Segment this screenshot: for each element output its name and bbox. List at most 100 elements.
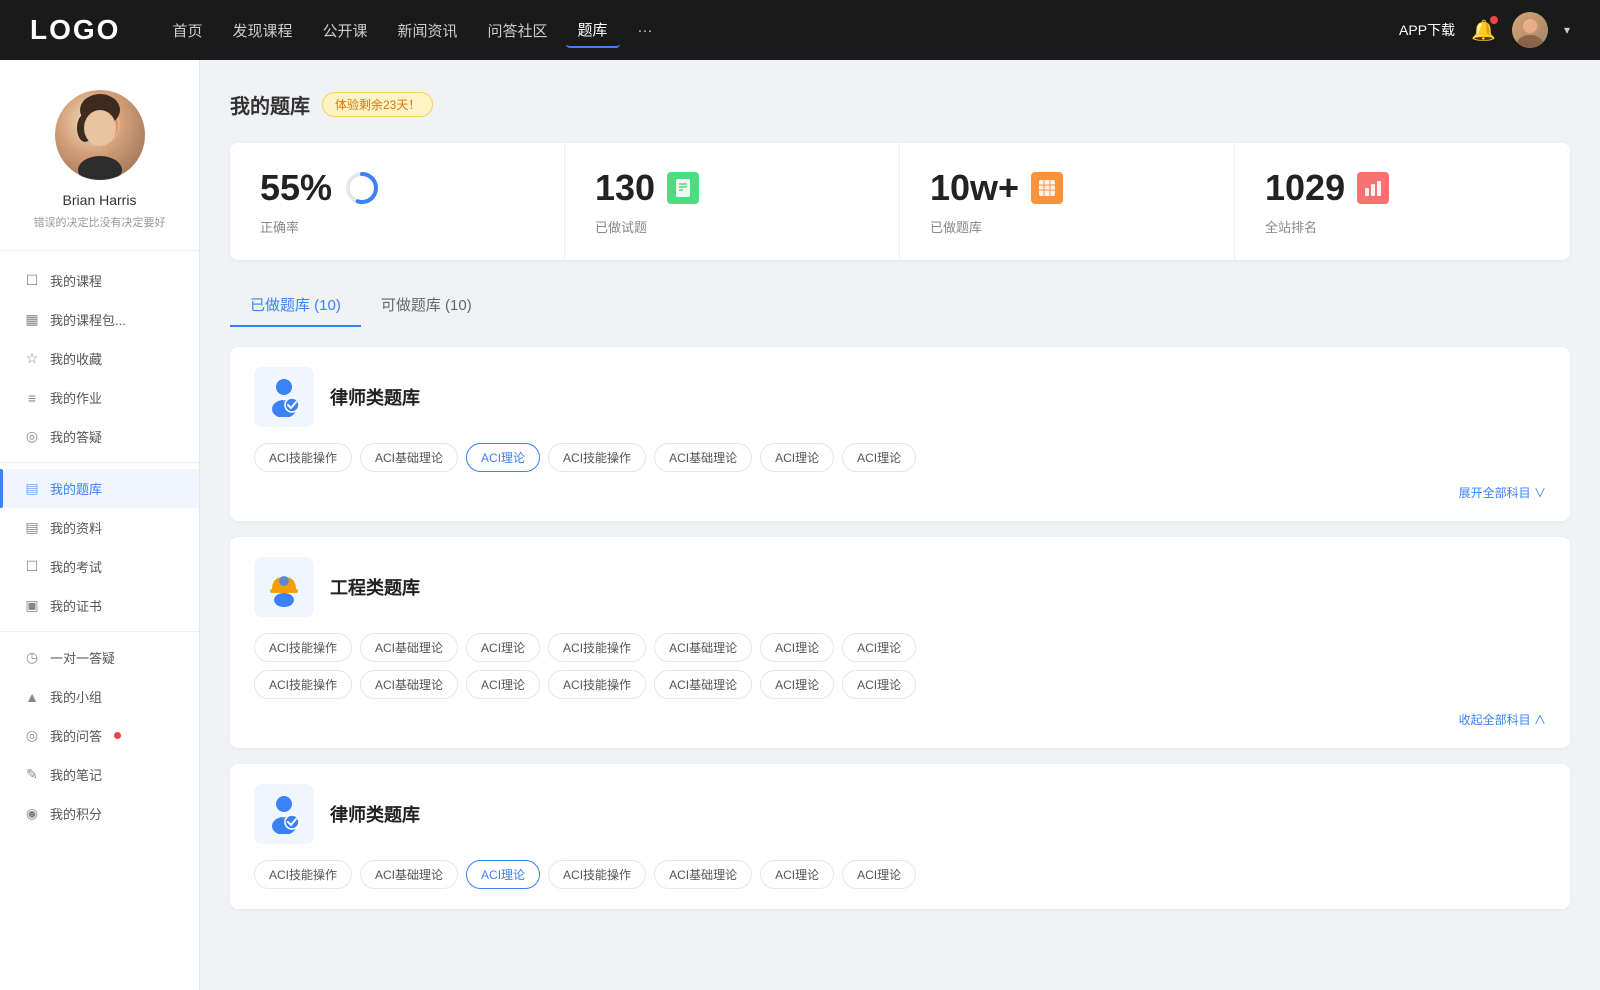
tag-item[interactable]: ACI理论 [760,670,834,699]
app-download-button[interactable]: APP下载 [1399,20,1455,40]
homework-icon: ≡ [24,390,40,406]
divider-2 [0,631,199,632]
tag-item[interactable]: ACI技能操作 [548,860,646,889]
main-layout: Brian Harris 错误的决定比没有决定要好 ☐ 我的课程 ▦ 我的课程包… [0,60,1600,990]
donut-svg [344,170,380,206]
profile-section: Brian Harris 错误的决定比没有决定要好 [0,90,199,251]
tag-item[interactable]: ACI基础理论 [360,633,458,662]
nav-home[interactable]: 首页 [160,14,214,47]
stat-accuracy-label: 正确率 [260,217,534,236]
nav-open-course[interactable]: 公开课 [310,14,379,47]
tag-item[interactable]: ACI技能操作 [254,670,352,699]
points-label: 我的积分 [50,804,102,823]
lawyer1-icon [254,367,314,427]
tag-item[interactable]: ACI技能操作 [548,443,646,472]
avatar-svg [1512,12,1548,48]
lawyer-icon-svg [264,377,304,417]
sidebar-item-exams[interactable]: ☐ 我的考试 [0,547,199,586]
tab-done-banks[interactable]: 已做题库 (10) [230,284,361,327]
sidebar-item-groups[interactable]: ▲ 我的小组 [0,677,199,716]
one2one-label: 一对一答疑 [50,648,115,667]
stat-banks-value: 10w+ [930,167,1019,209]
sidebar-item-notes[interactable]: ✎ 我的笔记 [0,755,199,794]
nav-qa[interactable]: 问答社区 [476,14,560,47]
groups-icon: ▲ [24,689,40,705]
sidebar-item-1to1-qa[interactable]: ◷ 一对一答疑 [0,638,199,677]
stat-banks-label: 已做题库 [930,217,1204,236]
sidebar: Brian Harris 错误的决定比没有决定要好 ☐ 我的课程 ▦ 我的课程包… [0,60,200,990]
page-title: 我的题库 [230,90,310,119]
tag-item[interactable]: ACI基础理论 [654,670,752,699]
tag-item[interactable]: ACI技能操作 [254,860,352,889]
profile-svg [55,90,145,180]
tag-item[interactable]: ACI理论 [842,670,916,699]
tag-item[interactable]: ACI基础理论 [360,670,458,699]
sidebar-item-course-packages[interactable]: ▦ 我的课程包... [0,300,199,339]
tag-item-active[interactable]: ACI理论 [466,860,540,889]
qa-label: 我的答疑 [50,427,102,446]
tag-item[interactable]: ACI理论 [760,860,834,889]
doc-icon [667,172,699,204]
bank-card-engineer1: 工程类题库 ACI技能操作 ACI基础理论 ACI理论 ACI技能操作 ACI基… [230,537,1570,748]
exams-label: 我的考试 [50,557,102,576]
main-content: 我的题库 体验剩余23天！ 55% 正确率 [200,60,1600,990]
engineer1-icon [254,557,314,617]
my-qa-icon: ◎ [24,727,40,744]
engineer1-title: 工程类题库 [330,574,420,600]
sidebar-item-qa[interactable]: ◎ 我的答疑 [0,417,199,456]
my-qa-label: 我的问答 [50,726,102,745]
tag-item[interactable]: ACI基础理论 [654,443,752,472]
tab-todo-banks[interactable]: 可做题库 (10) [361,284,492,327]
sidebar-item-favorites[interactable]: ☆ 我的收藏 [0,339,199,378]
points-icon: ◉ [24,805,40,822]
tag-item[interactable]: ACI理论 [466,633,540,662]
tab-bar: 已做题库 (10) 可做题库 (10) [230,284,1570,327]
packages-icon: ▦ [24,311,40,328]
sidebar-item-my-qa[interactable]: ◎ 我的问答 [0,716,199,755]
nav-courses[interactable]: 发现课程 [220,14,304,47]
notification-bell[interactable]: 🔔 [1471,18,1496,43]
tag-item[interactable]: ACI理论 [466,670,540,699]
tag-item[interactable]: ACI基础理论 [360,443,458,472]
sidebar-item-my-courses[interactable]: ☐ 我的课程 [0,261,199,300]
tag-item[interactable]: ACI基础理论 [360,860,458,889]
sidebar-item-materials[interactable]: ▤ 我的资料 [0,508,199,547]
stat-done-value: 130 [595,167,655,209]
courses-label: 我的课程 [50,271,102,290]
tag-item[interactable]: ACI技能操作 [548,633,646,662]
profile-name: Brian Harris [20,192,179,208]
favorites-icon: ☆ [24,350,40,367]
tag-item[interactable]: ACI理论 [760,633,834,662]
nav-more[interactable]: ··· [626,16,665,45]
tag-item[interactable]: ACI技能操作 [548,670,646,699]
tag-item[interactable]: ACI基础理论 [654,633,752,662]
tag-item[interactable]: ACI理论 [760,443,834,472]
sidebar-item-certificates[interactable]: ▣ 我的证书 [0,586,199,625]
nav-news[interactable]: 新闻资讯 [386,14,470,47]
tag-item[interactable]: ACI技能操作 [254,443,352,472]
engineer1-tags-row1: ACI技能操作 ACI基础理论 ACI理论 ACI技能操作 ACI基础理论 AC… [254,633,1546,662]
nav-question-bank[interactable]: 题库 [566,13,620,48]
expand-lawyer1-button[interactable]: 展开全部科目 ∨ [254,480,1546,501]
sidebar-item-homework[interactable]: ≡ 我的作业 [0,378,199,417]
sidebar-item-points[interactable]: ◉ 我的积分 [0,794,199,833]
user-avatar[interactable] [1512,12,1548,48]
tag-item[interactable]: ACI理论 [842,633,916,662]
bank-card-lawyer2-header: 律师类题库 [254,784,1546,844]
tag-item[interactable]: ACI技能操作 [254,633,352,662]
user-menu-chevron[interactable]: ▾ [1564,23,1570,37]
stat-accuracy-value: 55% [260,167,332,209]
courses-icon: ☐ [24,272,40,289]
tag-item[interactable]: ACI理论 [842,860,916,889]
tag-item[interactable]: ACI理论 [842,443,916,472]
sheet-svg [1037,178,1057,198]
tag-item[interactable]: ACI基础理论 [654,860,752,889]
one2one-icon: ◷ [24,649,40,666]
topnav-right: APP下载 🔔 ▾ [1399,12,1570,48]
sidebar-item-question-bank[interactable]: ▤ 我的题库 [0,469,199,508]
collapse-engineer1-button[interactable]: 收起全部科目 ∧ [254,707,1546,728]
lawyer1-tags: ACI技能操作 ACI基础理论 ACI理论 ACI技能操作 ACI基础理论 AC… [254,443,1546,472]
tag-item-active[interactable]: ACI理论 [466,443,540,472]
engineer-icon-svg [264,567,304,607]
profile-motto: 错误的决定比没有决定要好 [20,214,179,230]
